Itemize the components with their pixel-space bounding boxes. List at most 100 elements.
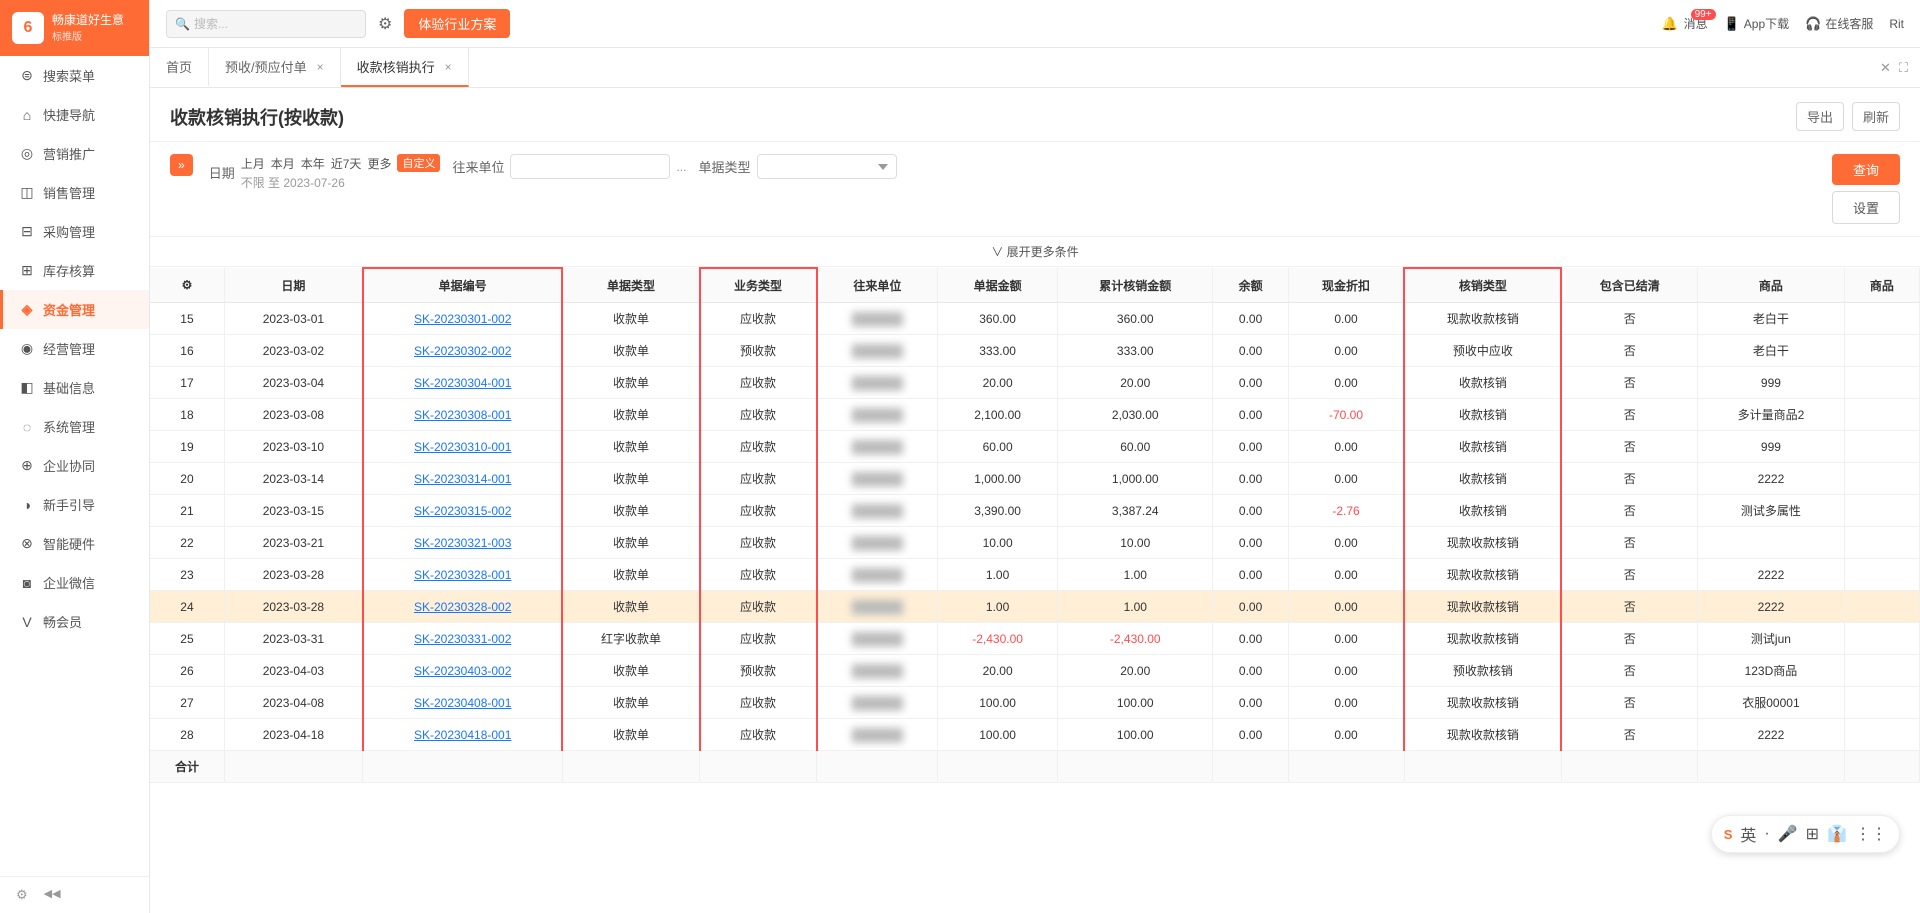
col-header-biz_type: 业务类型 xyxy=(700,268,817,303)
row-partner: ██████ xyxy=(817,559,938,591)
row-num: 16 xyxy=(150,335,224,367)
table-row: 182023-03-08SK-20230308-001收款单应收款██████2… xyxy=(150,399,1920,431)
tab-home[interactable]: 首页 xyxy=(150,48,209,87)
collapse-icon[interactable]: ◀◀ xyxy=(44,887,61,903)
app-download[interactable]: 📱 App下载 xyxy=(1724,15,1790,32)
row-cancel-amount: 100.00 xyxy=(1058,719,1213,751)
widget-english-icon[interactable]: 英 xyxy=(1740,822,1756,846)
date-custom[interactable]: 自定义 xyxy=(397,154,440,172)
row-doc-no[interactable]: SK-20230302-002 xyxy=(363,335,563,367)
notification-badge[interactable]: 🔔 消息 99+ xyxy=(1662,15,1708,32)
widget-grid-icon[interactable]: ⊞ xyxy=(1806,824,1819,844)
row-goods2 xyxy=(1844,303,1919,335)
row-doc-no[interactable]: SK-20230328-001 xyxy=(363,559,563,591)
row-date: 2023-04-03 xyxy=(224,655,363,687)
settings-icon[interactable]: ⚙ xyxy=(16,887,28,903)
maximize-icon[interactable]: ⛶ xyxy=(1899,60,1908,76)
row-doc-no[interactable]: SK-20230314-001 xyxy=(363,463,563,495)
export-btn[interactable]: 导出 xyxy=(1796,102,1844,131)
sidebar-item-inventory[interactable]: ⊞库存核算 xyxy=(0,251,149,290)
row-doc-type: 收款单 xyxy=(562,591,699,623)
more-dots[interactable]: ... xyxy=(676,160,686,174)
widget-apps-icon[interactable]: ⋮⋮ xyxy=(1855,824,1887,844)
sidebar-item-operations[interactable]: ◉经营管理 xyxy=(0,329,149,368)
sidebar-item-enterprise[interactable]: ⊕企业协同 xyxy=(0,446,149,485)
sidebar-item-quicknav[interactable]: ⌂快捷导航 xyxy=(0,95,149,134)
row-doc-type: 收款单 xyxy=(562,527,699,559)
sidebar-item-system[interactable]: ◌系统管理 xyxy=(0,407,149,446)
sidebar-item-basics[interactable]: ◧基础信息 xyxy=(0,368,149,407)
settings-btn[interactable]: 设置 xyxy=(1832,191,1900,224)
row-doc-no[interactable]: SK-20230315-002 xyxy=(363,495,563,527)
row-partner: ██████ xyxy=(817,431,938,463)
query-btn[interactable]: 查询 xyxy=(1832,154,1900,185)
date-this-month[interactable]: 本月 xyxy=(271,155,295,172)
tab-close-prepay[interactable]: × xyxy=(317,60,324,74)
sidebar-item-wechat[interactable]: ◙企业微信 xyxy=(0,563,149,602)
sidebar-item-marketing[interactable]: ◎营销推广 xyxy=(0,134,149,173)
row-doc-no[interactable]: SK-20230304-001 xyxy=(363,367,563,399)
row-doc-no[interactable]: SK-20230308-001 xyxy=(363,399,563,431)
close-all-icon[interactable]: ✕ xyxy=(1880,60,1891,76)
sidebar-item-purchase[interactable]: ⊟采购管理 xyxy=(0,212,149,251)
row-num: 28 xyxy=(150,719,224,751)
gear-icon[interactable]: ⚙ xyxy=(378,14,392,34)
doctype-select[interactable] xyxy=(757,154,897,179)
row-cancel-type: 预收款核销 xyxy=(1404,655,1561,687)
date-7days[interactable]: 近7天 xyxy=(331,155,362,172)
row-doc-no[interactable]: SK-20230310-001 xyxy=(363,431,563,463)
sidebar-item-guide[interactable]: ◑新手引导 xyxy=(0,485,149,524)
support[interactable]: 🎧 在线客服 xyxy=(1805,15,1873,32)
sidebar-item-member[interactable]: V畅会员 xyxy=(0,602,149,641)
row-doc-no[interactable]: SK-20230331-002 xyxy=(363,623,563,655)
row-discount: 0.00 xyxy=(1288,623,1404,655)
search-icon: ⊜ xyxy=(19,67,35,84)
row-cancel-type: 收款核销 xyxy=(1404,399,1561,431)
sidebar-item-label: 营销推广 xyxy=(43,144,95,163)
row-doc-no[interactable]: SK-20230328-002 xyxy=(363,591,563,623)
row-balance: 0.00 xyxy=(1213,559,1288,591)
col-header-balance: 余额 xyxy=(1213,268,1288,303)
row-goods: 2222 xyxy=(1698,463,1845,495)
widget-dot-icon[interactable]: · xyxy=(1764,825,1769,843)
tab-receipt[interactable]: 收款核销执行× xyxy=(341,48,469,87)
tab-close-receipt[interactable]: × xyxy=(445,60,452,74)
row-doc-type: 收款单 xyxy=(562,431,699,463)
sidebar-item-search[interactable]: ⊜搜索菜单 xyxy=(0,56,149,95)
row-date: 2023-03-08 xyxy=(224,399,363,431)
filter-toggle-btn[interactable]: » xyxy=(170,154,193,176)
row-doc-no[interactable]: SK-20230418-001 xyxy=(363,719,563,751)
row-cancel-amount: 333.00 xyxy=(1058,335,1213,367)
row-goods2 xyxy=(1844,623,1919,655)
expand-bar[interactable]: ∨ 展开更多条件 xyxy=(150,237,1920,267)
date-more[interactable]: 更多 xyxy=(367,155,391,172)
search-bar[interactable]: 🔍 搜索... xyxy=(166,10,366,38)
solution-btn[interactable]: 体验行业方案 xyxy=(404,9,510,38)
date-last-month[interactable]: 上月 xyxy=(241,155,265,172)
row-doc-no[interactable]: SK-20230301-002 xyxy=(363,303,563,335)
date-this-year[interactable]: 本年 xyxy=(301,155,325,172)
widget-shirt-icon[interactable]: 👔 xyxy=(1827,824,1847,844)
row-biz-type: 应收款 xyxy=(700,623,817,655)
row-doc-no[interactable]: SK-20230403-002 xyxy=(363,655,563,687)
row-doc-no[interactable]: SK-20230321-003 xyxy=(363,527,563,559)
row-goods2 xyxy=(1844,687,1919,719)
row-balance: 0.00 xyxy=(1213,719,1288,751)
row-discount: -70.00 xyxy=(1288,399,1404,431)
sidebar-item-finance[interactable]: ◈资金管理 xyxy=(0,290,149,329)
tab-label-home: 首页 xyxy=(166,57,192,76)
user-avatar[interactable]: Rit xyxy=(1889,17,1904,31)
row-partner: ██████ xyxy=(817,399,938,431)
tab-prepay[interactable]: 预收/预应付单 × xyxy=(209,48,341,87)
sidebar-item-sales[interactable]: ◫销售管理 xyxy=(0,173,149,212)
widget-mic-icon[interactable]: 🎤 xyxy=(1778,824,1798,844)
footer-cell-date xyxy=(224,751,363,783)
row-balance: 0.00 xyxy=(1213,623,1288,655)
wechat-icon: ◙ xyxy=(19,575,35,591)
row-doc-no[interactable]: SK-20230408-001 xyxy=(363,687,563,719)
refresh-btn[interactable]: 刷新 xyxy=(1852,102,1900,131)
row-cancel-type: 现款收款核销 xyxy=(1404,559,1561,591)
tab-label-prepay: 预收/预应付单 xyxy=(225,57,307,76)
partner-input[interactable] xyxy=(510,154,670,179)
sidebar-item-hardware[interactable]: ⊗智能硬件 xyxy=(0,524,149,563)
